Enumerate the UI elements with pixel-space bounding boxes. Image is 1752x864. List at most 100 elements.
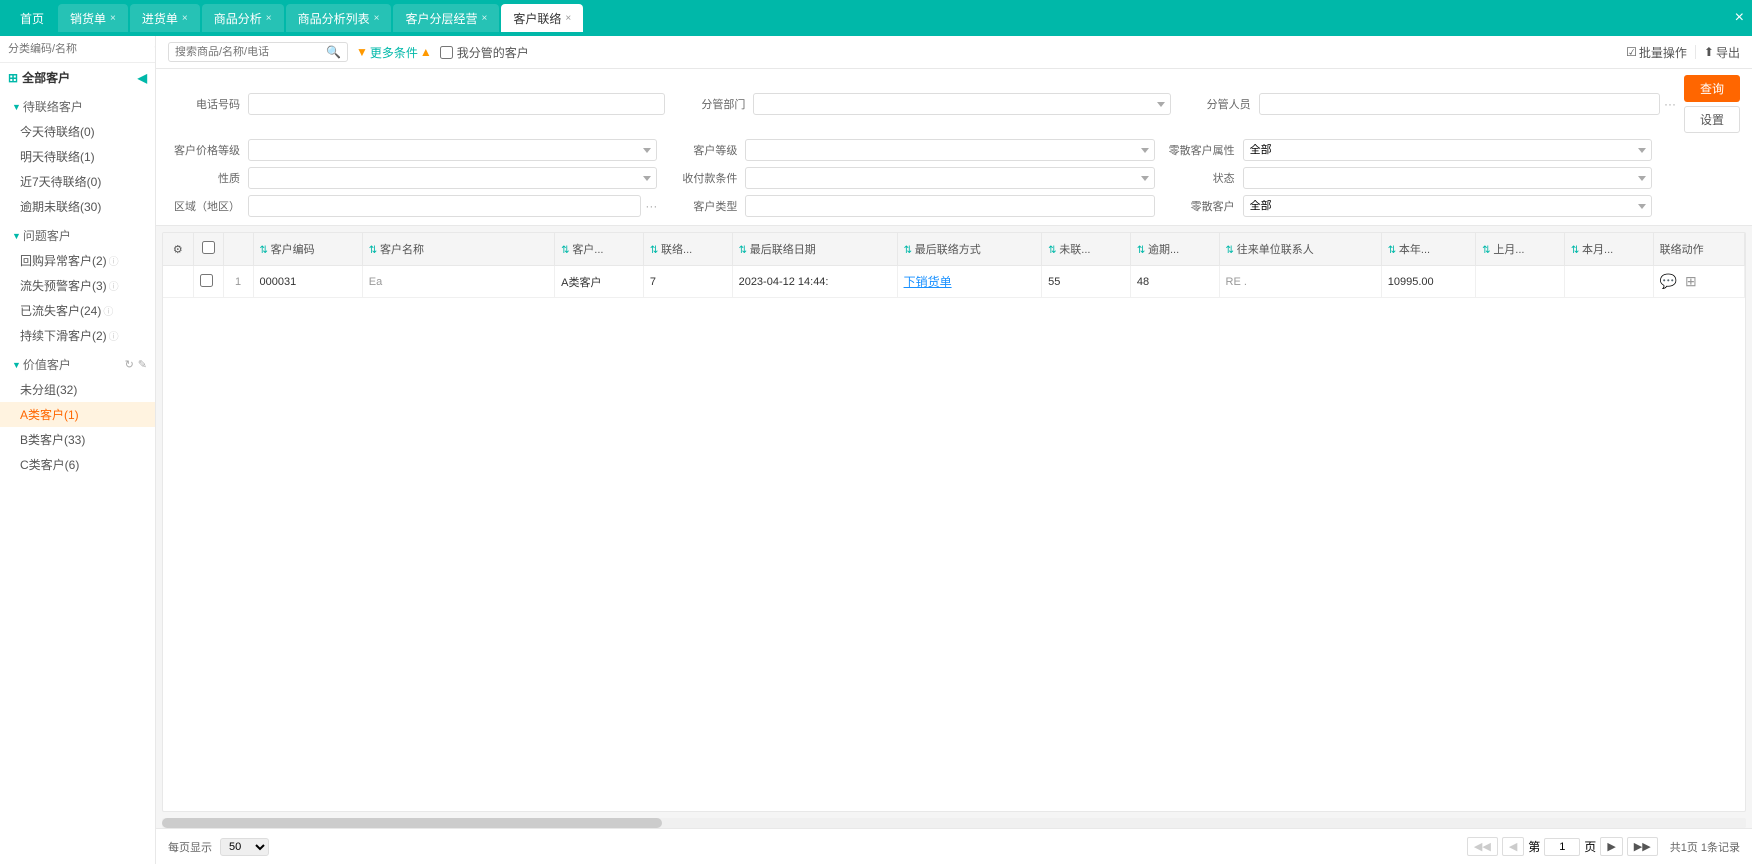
nature-select[interactable]	[248, 167, 657, 189]
unit-contact-column-header[interactable]: 往来单位联系人	[1219, 233, 1381, 266]
window-close-button[interactable]: ×	[1735, 9, 1744, 27]
close-tab-product-analysis[interactable]: ×	[266, 13, 272, 24]
last-contact-method-column-header[interactable]: 最后联络方式	[897, 233, 1042, 266]
scrollbar-thumb[interactable]	[162, 818, 662, 828]
category-value-customers-title[interactable]: ▼ 价值客户 ↻ ✎	[0, 352, 155, 377]
category-problem-customers-title[interactable]: ▼ 问题客户	[0, 223, 155, 248]
sidebar-item-a-customers[interactable]: A类客户(1)	[0, 402, 155, 427]
current-year-column-header[interactable]: 本年...	[1381, 233, 1475, 266]
filter-nature: 性质	[168, 167, 657, 189]
sidebar-item-overdue-contact[interactable]: 逾期未联络(30)	[0, 194, 155, 219]
select-all-checkbox[interactable]	[202, 241, 215, 254]
contact-count-column-header[interactable]: 联络...	[643, 233, 732, 266]
close-tab-sales[interactable]: ×	[110, 13, 116, 24]
action-column-header: 联络动作	[1653, 233, 1744, 266]
filter-search-input[interactable]	[175, 46, 322, 58]
close-tab-customer-segment[interactable]: ×	[481, 13, 487, 24]
settings-button[interactable]: 设置	[1684, 106, 1740, 133]
nav-tab-home[interactable]: 首页	[8, 4, 56, 32]
filter-price-level: 客户价格等级	[168, 139, 657, 161]
chat-action-icon[interactable]: 💬	[1660, 273, 1677, 290]
prev-page-btn[interactable]: ◀	[1502, 837, 1524, 856]
sidebar-search-input[interactable]	[8, 43, 150, 55]
filter-person: 分管人员 ···	[1179, 93, 1676, 115]
sidebar-item-7days-contact[interactable]: 近7天待联络(0)	[0, 169, 155, 194]
person-dots[interactable]: ···	[1664, 97, 1676, 111]
query-button[interactable]: 查询	[1684, 75, 1740, 102]
per-page-label: 每页显示	[168, 839, 212, 855]
more-conditions-btn[interactable]: ▼ 更多条件 ▲	[356, 44, 432, 61]
check-column-header	[193, 233, 223, 266]
nav-tab-customer-segment[interactable]: 客户分层经营 ×	[393, 4, 499, 32]
query-settings-group: 查询 设置	[1684, 75, 1740, 133]
this-month-column-header[interactable]: 本月...	[1564, 233, 1653, 266]
batch-op-btn[interactable]: ☑ 批量操作	[1626, 44, 1687, 61]
sidebar-item-repurchase-abnormal[interactable]: 回购异常客户(2) ⓘ	[0, 248, 155, 273]
checkbox-icon: ☑	[1626, 45, 1637, 59]
current-year-cell: 10995.00	[1381, 266, 1475, 298]
horizontal-scrollbar[interactable]	[162, 818, 1746, 828]
code-column-header[interactable]: 客户编码	[253, 233, 362, 266]
sidebar-item-declining[interactable]: 持续下滑客户(2) ⓘ	[0, 323, 155, 348]
category-column-header[interactable]: 客户...	[555, 233, 644, 266]
filter-search-icon[interactable]: 🔍	[326, 45, 341, 59]
close-tab-purchase[interactable]: ×	[182, 13, 188, 24]
person-input[interactable]	[1259, 93, 1660, 115]
price-level-label: 客户价格等级	[168, 142, 248, 158]
nav-tab-sales[interactable]: 销货单 ×	[58, 4, 128, 32]
retail-customer-select[interactable]: 全部	[1243, 195, 1652, 217]
last-page-btn[interactable]: ▶▶	[1627, 837, 1658, 856]
per-page-select[interactable]: 50 100 200	[220, 838, 269, 856]
nav-tab-product-analysis[interactable]: 商品分析 ×	[202, 4, 284, 32]
chevron-down-icon: ▲	[420, 45, 432, 59]
retail-attr-select[interactable]: 全部	[1243, 139, 1652, 161]
customer-type-input[interactable]	[745, 195, 1154, 217]
sidebar-item-today-contact[interactable]: 今天待联络(0)	[0, 119, 155, 144]
no-contact-days-column-header[interactable]: 未联...	[1042, 233, 1131, 266]
sidebar-item-churned[interactable]: 已流失客户(24) ⓘ	[0, 298, 155, 323]
name-column-header[interactable]: 客户名称	[362, 233, 554, 266]
sidebar-item-ungrouped[interactable]: 未分组(32)	[0, 377, 155, 402]
contact-method-link[interactable]: 下销货单	[904, 275, 952, 289]
refresh-icon[interactable]: ↻	[125, 358, 134, 371]
sidebar-item-b-customers[interactable]: B类客户(33)	[0, 427, 155, 452]
customer-level-select[interactable]	[745, 139, 1154, 161]
phone-input[interactable]	[248, 93, 665, 115]
status-select[interactable]	[1243, 167, 1652, 189]
first-page-btn[interactable]: ◀◀	[1467, 837, 1498, 856]
page-number-input[interactable]	[1544, 838, 1580, 856]
arrow-icon3: ▼	[12, 360, 21, 370]
dept-select[interactable]	[753, 93, 1170, 115]
filter-toolbar: 🔍 ▼ 更多条件 ▲ 我分管的客户 ☑ 批量操作 ⬆ 导出	[156, 36, 1752, 69]
overdue-column-header[interactable]: 逾期...	[1130, 233, 1219, 266]
last-month-column-header[interactable]: 上月...	[1476, 233, 1565, 266]
nav-tab-customer-contact[interactable]: 客户联络 ×	[501, 4, 583, 32]
next-page-btn[interactable]: ▶	[1600, 837, 1622, 856]
sidebar-item-c-customers[interactable]: C类客户(6)	[0, 452, 155, 477]
nav-tab-purchase[interactable]: 进货单 ×	[130, 4, 200, 32]
close-tab-customer-contact[interactable]: ×	[565, 13, 571, 24]
page-end-label: 页	[1584, 838, 1596, 855]
gear-column-header[interactable]: ⚙	[163, 233, 193, 266]
region-dots[interactable]: ···	[645, 199, 657, 213]
no-contact-days-cell: 55	[1042, 266, 1131, 298]
sidebar-collapse-icon[interactable]: ◀	[138, 71, 147, 85]
category-cell: A类客户	[555, 266, 644, 298]
category-pending-contact-title[interactable]: ▼ 待联络客户	[0, 94, 155, 119]
status-label: 状态	[1163, 170, 1243, 186]
sidebar-item-tomorrow-contact[interactable]: 明天待联络(1)	[0, 144, 155, 169]
seq-column-header	[223, 233, 253, 266]
price-level-select[interactable]	[248, 139, 657, 161]
my-customers-checkbox-label[interactable]: 我分管的客户	[440, 44, 529, 61]
payment-select[interactable]	[745, 167, 1154, 189]
export-btn[interactable]: ⬆ 导出	[1704, 44, 1740, 61]
sidebar-item-churn-warning[interactable]: 流失预警客户(3) ⓘ	[0, 273, 155, 298]
nav-tab-product-analysis-list[interactable]: 商品分析列表 ×	[286, 4, 392, 32]
last-contact-date-column-header[interactable]: 最后联络日期	[732, 233, 897, 266]
close-tab-product-analysis-list[interactable]: ×	[374, 13, 380, 24]
my-customers-checkbox[interactable]	[440, 46, 453, 59]
region-input[interactable]	[248, 195, 641, 217]
edit-icon[interactable]: ✎	[138, 358, 147, 371]
row-checkbox[interactable]	[200, 274, 213, 287]
grid-action-icon[interactable]: ⊞	[1685, 273, 1697, 290]
